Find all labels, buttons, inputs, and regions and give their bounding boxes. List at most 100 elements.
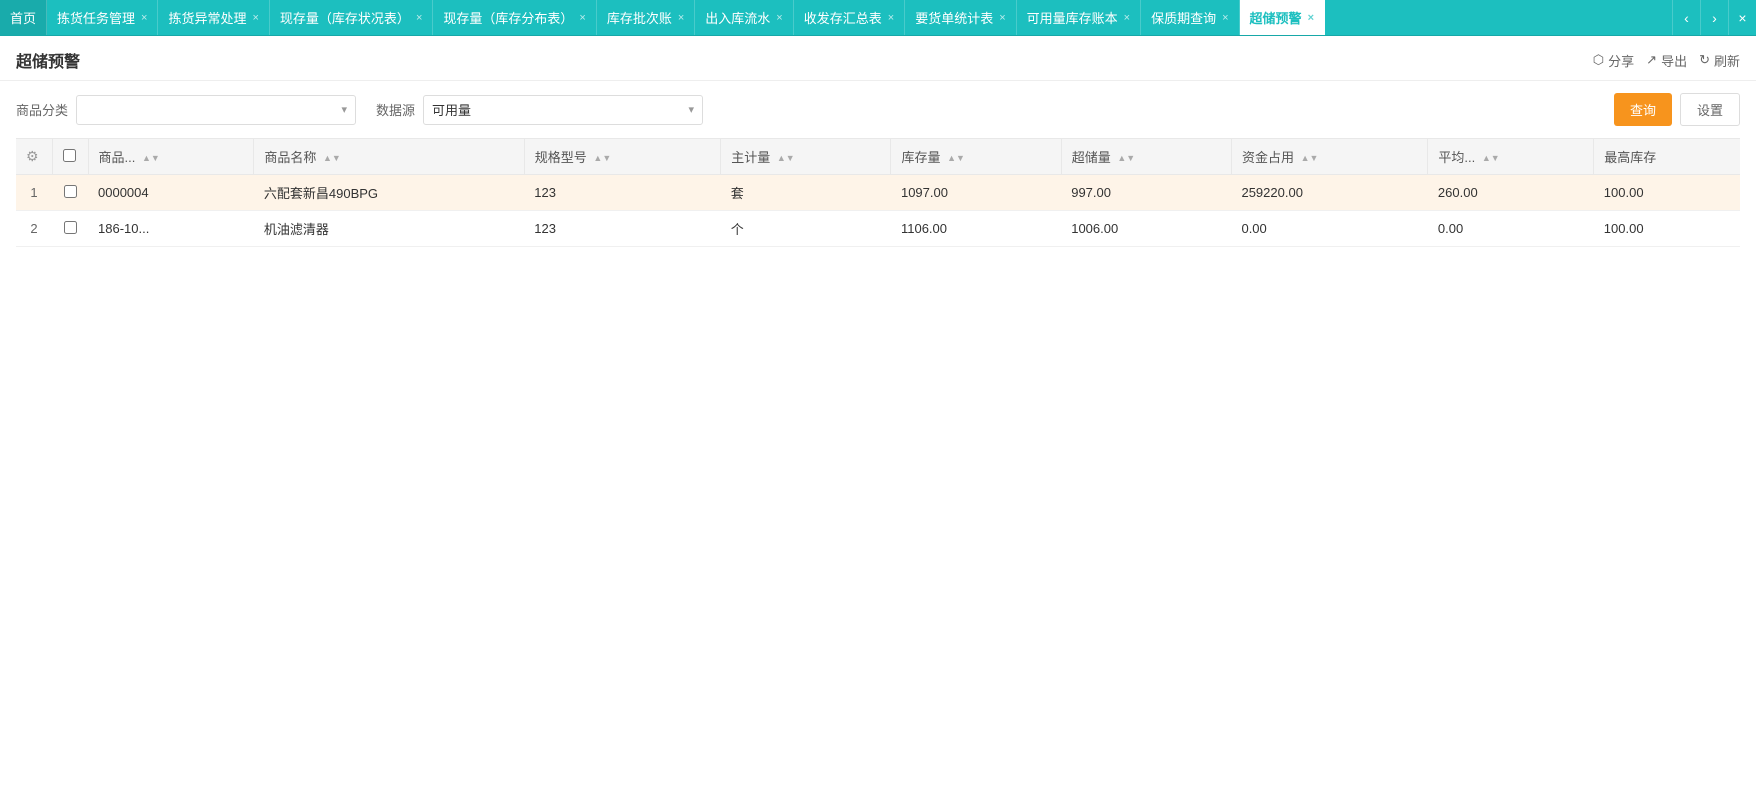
table-row: 2 186-10... 机油滤清器 123 个 1106.00 1006.00 … xyxy=(16,211,1740,247)
avg-header: 平均... ▲▼ xyxy=(1428,139,1594,175)
capital-cell: 259220.00 xyxy=(1231,175,1427,211)
unit-cell: 个 xyxy=(721,211,891,247)
product-name-header: 商品名称 ▲▼ xyxy=(254,139,524,175)
capital-header: 资金占用 ▲▼ xyxy=(1231,139,1427,175)
nav-overflow-warning[interactable]: 超储预警 × xyxy=(1240,0,1325,35)
top-navigation: 首页 拣货任务管理 × 拣货异常处理 × 现存量（库存状况表） × 现存量（库存… xyxy=(0,0,1756,36)
export-icon: ↗ xyxy=(1646,52,1657,68)
chevron-down-icon: ▾ xyxy=(689,103,695,116)
spec-cell: 123 xyxy=(524,175,720,211)
product-code-cell: 0000004 xyxy=(88,175,254,211)
page-header: 超储预警 ⬡ 分享 ↗ 导出 ↻ 刷新 xyxy=(0,36,1756,81)
unit-header: 主计量 ▲▼ xyxy=(721,139,891,175)
close-icon[interactable]: × xyxy=(888,12,894,24)
stock-header: 库存量 ▲▼ xyxy=(891,139,1061,175)
category-filter-group: 商品分类 ▾ xyxy=(16,95,356,125)
query-button[interactable]: 查询 xyxy=(1614,93,1672,126)
sort-icon[interactable]: ▲▼ xyxy=(323,154,341,163)
product-code-header: 商品... ▲▼ xyxy=(88,139,254,175)
refresh-icon: ↻ xyxy=(1699,52,1710,68)
close-icon[interactable]: × xyxy=(999,12,1005,24)
page-title: 超储预警 xyxy=(16,48,80,72)
page-container: 超储预警 ⬡ 分享 ↗ 导出 ↻ 刷新 商品分类 ▾ 数据源 xyxy=(0,36,1756,800)
filter-actions: 查询 设置 xyxy=(1614,93,1740,126)
close-icon[interactable]: × xyxy=(776,12,782,24)
spec-cell: 123 xyxy=(524,211,720,247)
nav-home[interactable]: 首页 xyxy=(0,0,47,35)
table-container: ⚙ 商品... ▲▼ 商品名称 ▲▼ 规格型号 ▲▼ xyxy=(0,138,1756,247)
checkbox-column-header xyxy=(52,139,88,175)
table-header-row: ⚙ 商品... ▲▼ 商品名称 ▲▼ 规格型号 ▲▼ xyxy=(16,139,1740,175)
capital-cell: 0.00 xyxy=(1231,211,1427,247)
close-icon[interactable]: × xyxy=(1124,12,1130,24)
row-checkbox-cell xyxy=(52,175,88,211)
avg-cell: 260.00 xyxy=(1428,175,1594,211)
row-checkbox[interactable] xyxy=(64,185,77,198)
product-code-cell: 186-10... xyxy=(88,211,254,247)
nav-stock-status[interactable]: 现存量（库存状况表） × xyxy=(270,0,433,35)
settings-button[interactable]: 设置 xyxy=(1680,93,1740,126)
product-name-cell: 六配套新昌490BPG xyxy=(254,175,524,211)
row-number: 2 xyxy=(16,211,52,247)
sort-icon[interactable]: ▲▼ xyxy=(593,154,611,163)
refresh-button[interactable]: ↻ 刷新 xyxy=(1699,51,1740,70)
max-stock-cell: 100.00 xyxy=(1594,175,1740,211)
gear-column-header: ⚙ xyxy=(16,139,52,175)
nav-arrow-left[interactable]: ‹ xyxy=(1672,0,1700,36)
close-icon[interactable]: × xyxy=(1308,12,1314,24)
select-all-checkbox[interactable] xyxy=(63,149,76,162)
close-icon[interactable]: × xyxy=(1222,12,1228,24)
close-icon[interactable]: × xyxy=(678,12,684,24)
nav-arrow-right[interactable]: › xyxy=(1700,0,1728,36)
max-stock-header: 最高库存 xyxy=(1594,139,1740,175)
datasource-label: 数据源 xyxy=(376,100,415,119)
overflow-cell: 997.00 xyxy=(1061,175,1231,211)
nav-expiry[interactable]: 保质期查询 × xyxy=(1141,0,1239,35)
stock-cell: 1097.00 xyxy=(891,175,1061,211)
category-select[interactable]: ▾ xyxy=(76,95,356,125)
sort-icon[interactable]: ▲▼ xyxy=(142,154,160,163)
table-row: 1 0000004 六配套新昌490BPG 123 套 1097.00 997.… xyxy=(16,175,1740,211)
close-icon[interactable]: × xyxy=(416,12,422,24)
sort-icon[interactable]: ▲▼ xyxy=(777,154,795,163)
nav-scroll-arrows: ‹ › × xyxy=(1672,0,1756,36)
nav-batch[interactable]: 库存批次账 × xyxy=(597,0,695,35)
chevron-down-icon: ▾ xyxy=(341,103,347,116)
share-icon: ⬡ xyxy=(1593,52,1604,68)
nav-task-mgmt[interactable]: 拣货任务管理 × xyxy=(47,0,158,35)
row-checkbox[interactable] xyxy=(64,221,77,234)
row-checkbox-cell xyxy=(52,211,88,247)
share-button[interactable]: ⬡ 分享 xyxy=(1593,51,1634,70)
sort-icon[interactable]: ▲▼ xyxy=(947,154,965,163)
nav-inout[interactable]: 出入库流水 × xyxy=(695,0,793,35)
nav-available[interactable]: 可用量库存账本 × xyxy=(1017,0,1141,35)
sort-icon[interactable]: ▲▼ xyxy=(1482,154,1500,163)
sort-icon[interactable]: ▲▼ xyxy=(1301,154,1319,163)
close-icon[interactable]: × xyxy=(579,12,585,24)
overflow-cell: 1006.00 xyxy=(1061,211,1231,247)
filter-area: 商品分类 ▾ 数据源 可用量 ▾ 查询 设置 xyxy=(0,81,1756,138)
datasource-select-value: 可用量 xyxy=(432,100,471,119)
overflow-warning-table: ⚙ 商品... ▲▼ 商品名称 ▲▼ 规格型号 ▲▼ xyxy=(16,138,1740,247)
close-icon[interactable]: × xyxy=(141,12,147,24)
close-icon[interactable]: × xyxy=(252,12,258,24)
max-stock-cell: 100.00 xyxy=(1594,211,1740,247)
overflow-header: 超储量 ▲▼ xyxy=(1061,139,1231,175)
unit-cell: 套 xyxy=(721,175,891,211)
nav-order-stats[interactable]: 要货单统计表 × xyxy=(905,0,1016,35)
stock-cell: 1106.00 xyxy=(891,211,1061,247)
spec-header: 规格型号 ▲▼ xyxy=(524,139,720,175)
export-button[interactable]: ↗ 导出 xyxy=(1646,51,1687,70)
gear-icon[interactable]: ⚙ xyxy=(26,148,39,164)
header-actions: ⬡ 分享 ↗ 导出 ↻ 刷新 xyxy=(1593,51,1740,70)
avg-cell: 0.00 xyxy=(1428,211,1594,247)
nav-stock-dist[interactable]: 现存量（库存分布表） × xyxy=(433,0,596,35)
product-name-cell: 机油滤清器 xyxy=(254,211,524,247)
nav-summary[interactable]: 收发存汇总表 × xyxy=(794,0,905,35)
category-label: 商品分类 xyxy=(16,100,68,119)
nav-arrow-close[interactable]: × xyxy=(1728,0,1756,36)
nav-exception[interactable]: 拣货异常处理 × xyxy=(158,0,269,35)
datasource-select[interactable]: 可用量 ▾ xyxy=(423,95,703,125)
sort-icon[interactable]: ▲▼ xyxy=(1117,154,1135,163)
row-number: 1 xyxy=(16,175,52,211)
